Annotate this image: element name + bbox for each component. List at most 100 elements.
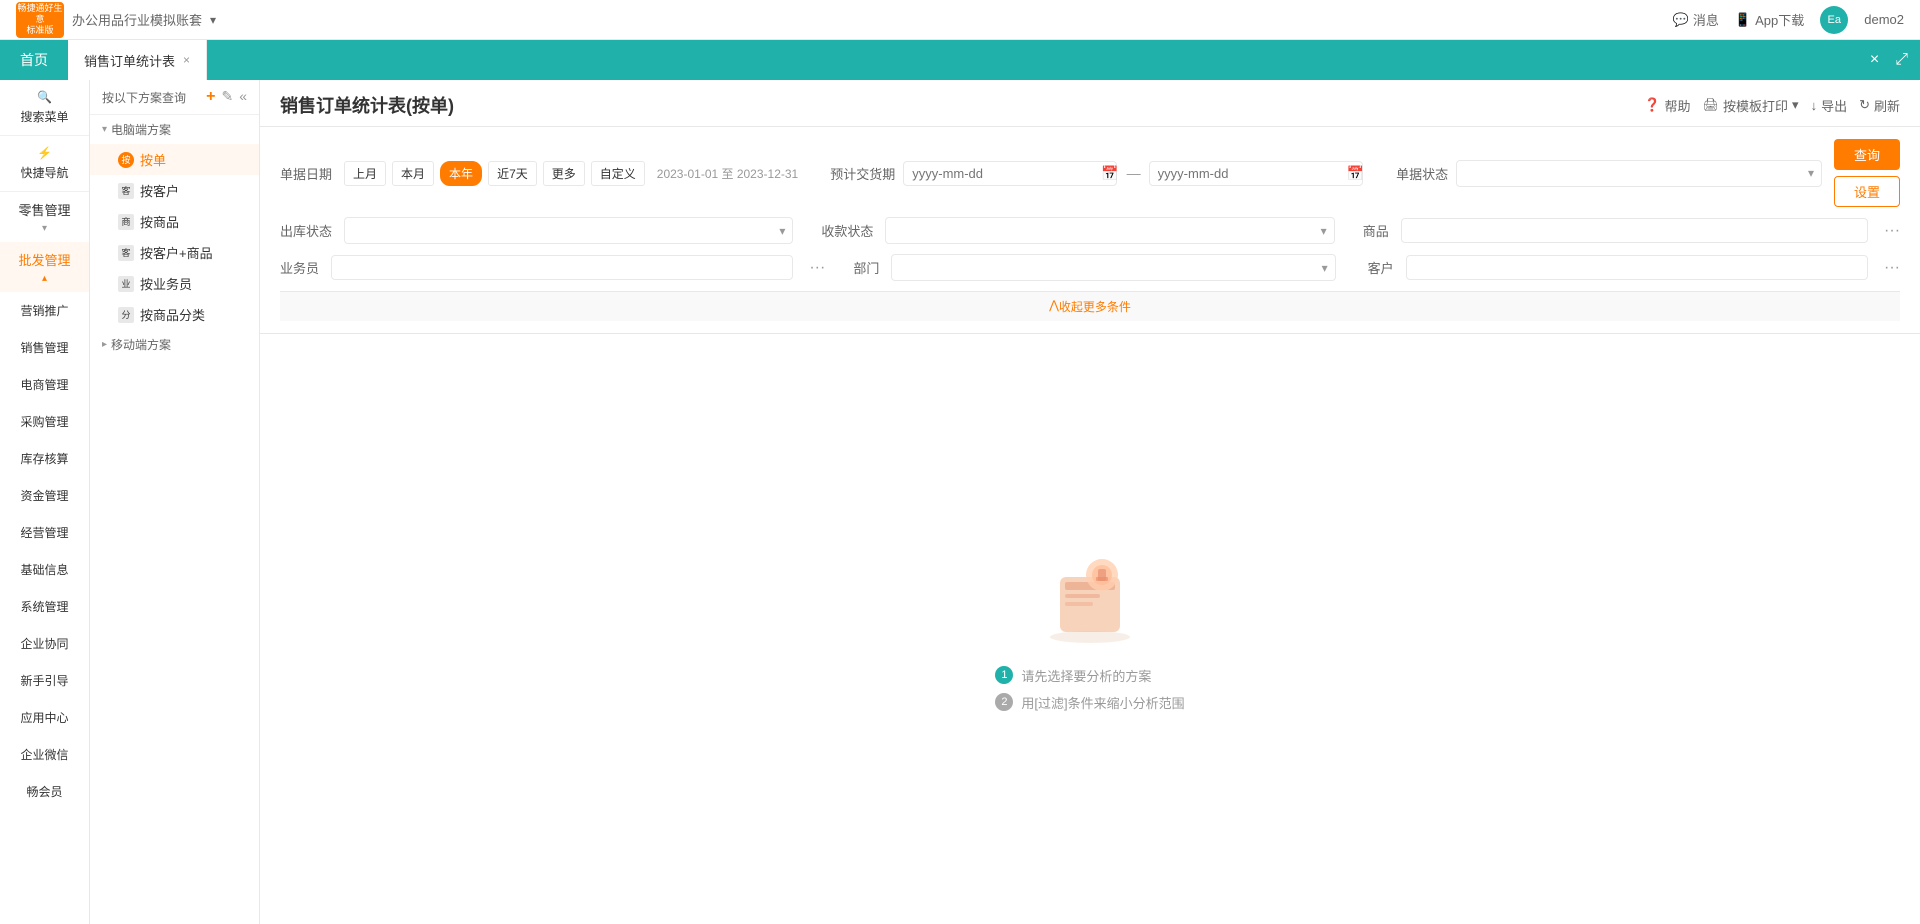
refresh-btn[interactable]: ↻ 刷新 <box>1859 96 1900 115</box>
sidebar-item-enterprise-wechat[interactable]: 企业微信 <box>0 736 89 773</box>
sidebar-item-enterprise[interactable]: 企业协同 <box>0 625 89 662</box>
customer-more-btn[interactable]: ··· <box>1884 259 1900 277</box>
sidebar-item-purchase[interactable]: 采购管理 <box>0 403 89 440</box>
sidebar-item-member[interactable]: 畅会员 <box>0 773 89 810</box>
date-btn-7days[interactable]: 近7天 <box>488 161 537 186</box>
filter-row-2: 出库状态 收款状态 商品 ··· <box>280 217 1900 244</box>
scheme-header-actions: + ✎ « <box>206 88 247 106</box>
app-download-btn[interactable]: 📱 App下载 <box>1735 10 1804 29</box>
filter-row-3: 业务员 ··· 部门 客户 ··· <box>280 254 1900 281</box>
sidebar-item-app-center[interactable]: 应用中心 <box>0 699 89 736</box>
delivery-date-to[interactable] <box>1149 161 1363 186</box>
payment-status-select[interactable] <box>885 217 1334 244</box>
sidebar-item-operation[interactable]: 经营管理 <box>0 514 89 551</box>
wholesale-arrow-icon: ▴ <box>42 273 47 284</box>
dept-select[interactable] <box>891 254 1335 281</box>
company-dropdown[interactable]: ▾ <box>210 13 216 27</box>
goods-more-btn[interactable]: ··· <box>1884 222 1900 240</box>
print-btn[interactable]: 🖨 按模板打印 ▾ <box>1703 96 1799 115</box>
main-area: 🔍 搜索菜单 ⚡ 快捷导航 零售管理 ▾ 批发管理 ▴ 营销推广 销售管理 电商… <box>0 80 1920 924</box>
salesman-more-btn[interactable]: ··· <box>809 259 825 277</box>
date-filter-group: 上月 本月 本年 近7天 更多 自定义 <box>344 161 645 186</box>
collapse-filter-btn[interactable]: ⋀ 收起更多条件 <box>280 291 1900 321</box>
bill-status-select[interactable] <box>1456 160 1822 187</box>
topbar-left: 畅捷通好生意 标准版 办公用品行业模拟账套 ▾ <box>16 2 216 38</box>
delivery-status-select[interactable] <box>344 217 793 244</box>
quick-nav-icon: ⚡ <box>37 146 52 160</box>
tip-num-2: 2 <box>995 693 1013 711</box>
topbar-right: 💬 消息 📱 App下载 Ea demo2 <box>1673 6 1904 34</box>
date-btn-more[interactable]: 更多 <box>543 161 585 186</box>
sidebar-quick-nav: ⚡ 快捷导航 <box>0 136 89 192</box>
scheme-item-by-goods-icon: 商 <box>118 214 134 230</box>
scheme-collapse-btn[interactable]: « <box>239 88 247 106</box>
sidebar-item-quick-nav[interactable]: ⚡ 快捷导航 <box>0 136 89 191</box>
dept-label: 部门 <box>853 258 879 277</box>
page-header-actions: ❓ 帮助 🖨 按模板打印 ▾ ↓ 导出 ↻ 刷新 <box>1644 96 1900 115</box>
sidebar-item-finance[interactable]: 资金管理 <box>0 477 89 514</box>
delivery-date-label: 预计交货期 <box>830 164 895 183</box>
sidebar-item-wholesale[interactable]: 批发管理 ▴ <box>0 242 89 292</box>
empty-state: 1 请先选择要分析的方案 2 用[过滤]条件来缩小分析范围 <box>260 334 1920 924</box>
tab-minimize-btn[interactable]: × <box>1866 47 1883 73</box>
settings-btn[interactable]: 设置 <box>1834 176 1900 207</box>
sidebar-item-inventory[interactable]: 库存核算 <box>0 440 89 477</box>
help-icon: ❓ <box>1644 97 1660 113</box>
sidebar-item-sales[interactable]: 销售管理 <box>0 329 89 366</box>
date-label: 单据日期 <box>280 164 332 183</box>
scheme-item-by-customer[interactable]: 客 按客户 <box>90 175 259 206</box>
empty-illustration <box>1030 547 1150 650</box>
date-btn-custom[interactable]: 自定义 <box>591 161 645 186</box>
scheme-section-mobile[interactable]: ▸ 移动端方案 <box>90 330 259 359</box>
tab-home[interactable]: 首页 <box>0 40 68 80</box>
filter-area: 单据日期 上月 本月 本年 近7天 更多 自定义 2023-01-01 至 20… <box>260 127 1920 334</box>
page-title: 销售订单统计表(按单) <box>280 92 454 118</box>
search-icon: 🔍 <box>37 90 52 104</box>
page-header: 销售订单统计表(按单) ❓ 帮助 🖨 按模板打印 ▾ ↓ 导出 <box>260 80 1920 127</box>
sidebar-item-search[interactable]: 🔍 搜索菜单 <box>0 80 89 135</box>
sidebar-item-newbie[interactable]: 新手引导 <box>0 662 89 699</box>
export-icon: ↓ <box>1811 98 1818 113</box>
print-dropdown-icon: ▾ <box>1792 97 1799 113</box>
scheme-item-by-salesman[interactable]: 业 按业务员 <box>90 268 259 299</box>
tab-sales-order-stats[interactable]: 销售订单统计表 × <box>68 40 207 80</box>
date-btn-this-year[interactable]: 本年 <box>440 161 482 186</box>
customer-input[interactable] <box>1406 255 1868 280</box>
scheme-add-btn[interactable]: + <box>206 88 215 106</box>
scheme-item-by-category[interactable]: 分 按商品分类 <box>90 299 259 330</box>
sidebar-item-system[interactable]: 系统管理 <box>0 588 89 625</box>
tab-maximize-btn[interactable]: ⤢ <box>1891 47 1912 73</box>
scheme-item-by-goods[interactable]: 商 按商品 <box>90 206 259 237</box>
app-icon: 📱 <box>1735 12 1751 28</box>
query-btn[interactable]: 查询 <box>1834 139 1900 170</box>
date-btn-last-month[interactable]: 上月 <box>344 161 386 186</box>
print-icon: 🖨 <box>1703 97 1720 113</box>
date-btn-this-month[interactable]: 本月 <box>392 161 434 186</box>
delivery-date-from[interactable] <box>903 161 1117 186</box>
goods-input[interactable] <box>1401 218 1868 243</box>
sidebar-item-basic-info[interactable]: 基础信息 <box>0 551 89 588</box>
sidebar-item-ecommerce[interactable]: 电商管理 <box>0 366 89 403</box>
message-btn[interactable]: 💬 消息 <box>1673 10 1719 29</box>
help-btn[interactable]: ❓ 帮助 <box>1644 96 1690 115</box>
scheme-item-by-bill-icon: 按 <box>118 152 134 168</box>
user-avatar[interactable]: Ea <box>1820 6 1848 34</box>
scheme-item-by-customer-goods[interactable]: 客 按客户+商品 <box>90 237 259 268</box>
salesman-input[interactable] <box>331 255 793 280</box>
scheme-item-by-bill[interactable]: 按 按单 <box>90 144 259 175</box>
goods-label: 商品 <box>1363 221 1389 240</box>
bill-status-dropdown <box>1456 160 1822 187</box>
sidebar-item-marketing[interactable]: 营销推广 <box>0 292 89 329</box>
scheme-header: 按以下方案查询 + ✎ « <box>90 80 259 115</box>
bill-status-section: 单据状态 <box>1396 160 1822 187</box>
sidebar-item-retail[interactable]: 零售管理 ▾ <box>0 192 89 242</box>
tab-close-btn[interactable]: × <box>183 53 190 67</box>
scheme-edit-btn[interactable]: ✎ <box>221 88 233 106</box>
user-name[interactable]: demo2 <box>1864 12 1904 27</box>
delivery-status-dropdown <box>344 217 793 244</box>
export-btn[interactable]: ↓ 导出 <box>1811 96 1848 115</box>
delivery-date-to-group: 📅 <box>1149 161 1364 186</box>
logo-text: 畅捷通好生意 <box>16 3 64 25</box>
scheme-section-pc[interactable]: ▾ 电脑端方案 <box>90 115 259 144</box>
delivery-status-label: 出库状态 <box>280 221 332 240</box>
